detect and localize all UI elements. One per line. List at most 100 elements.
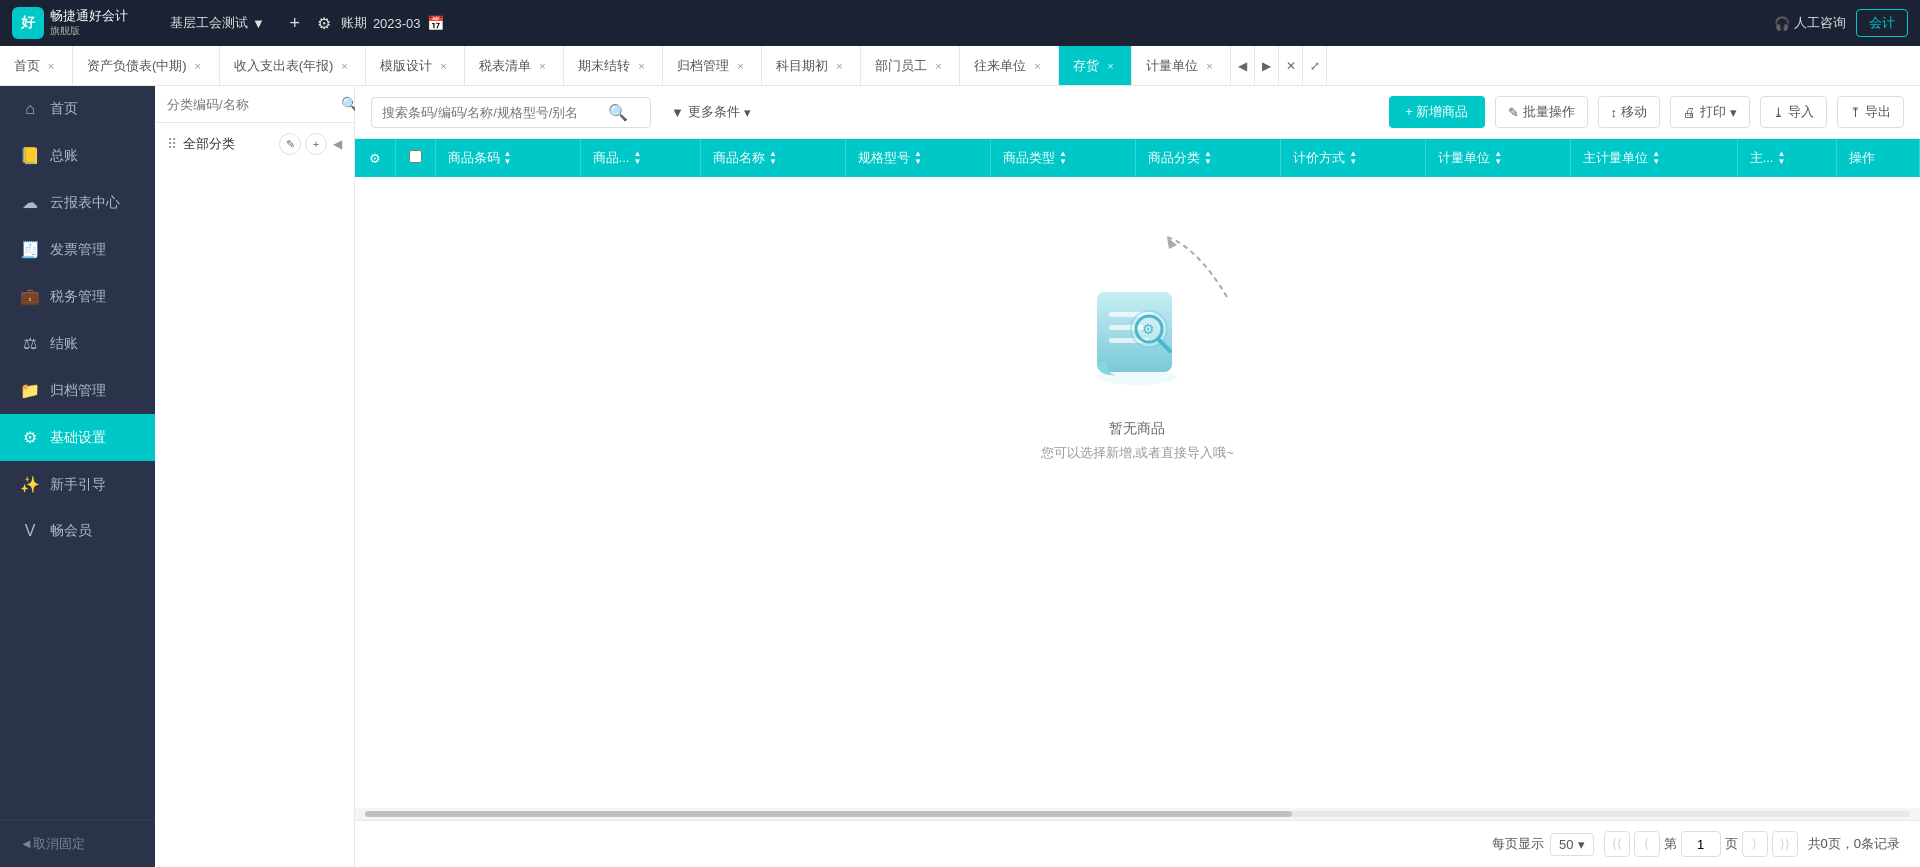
tab-subject-close[interactable]: × [832, 59, 846, 73]
export-button[interactable]: ⤒ 导出 [1837, 96, 1904, 128]
col-code[interactable]: 商品... ▲▼ [580, 139, 700, 177]
tab-contact-label: 往来单位 [974, 57, 1026, 75]
tab-home-close[interactable]: × [44, 59, 58, 73]
tab-unit[interactable]: 计量单位 × [1132, 46, 1231, 85]
sidebar-item-invoice[interactable]: 🧾 发票管理 [0, 226, 155, 273]
category-search-input[interactable] [167, 97, 335, 112]
tab-close-all[interactable]: ✕ [1279, 46, 1303, 86]
tab-inventory[interactable]: 存货 × [1059, 46, 1132, 85]
tab-unit-close[interactable]: × [1202, 59, 1216, 73]
category-grid-icon: ⠿ [167, 136, 177, 152]
col-type[interactable]: 商品类型 ▲▼ [991, 139, 1136, 177]
next-page-button[interactable]: ⟩ [1742, 831, 1768, 857]
col-checkbox[interactable] [395, 139, 435, 177]
cancel-pin-button[interactable]: ◄取消固定 [0, 820, 155, 867]
per-page-label: 每页显示 [1492, 835, 1544, 853]
sidebar-item-archive[interactable]: 📁 归档管理 [0, 367, 155, 414]
tab-period-end[interactable]: 期末结转 × [564, 46, 663, 85]
tab-expand[interactable]: ⤢ [1303, 46, 1327, 86]
category-all-label[interactable]: 全部分类 [183, 135, 273, 153]
tab-nav-next[interactable]: ▶ [1255, 46, 1279, 86]
customer-service-button[interactable]: 🎧 人工咨询 [1774, 14, 1846, 32]
tab-taxclear-close[interactable]: × [535, 59, 549, 73]
page-suffix: 页 [1725, 835, 1738, 853]
settings-button[interactable]: ⚙ [317, 14, 331, 33]
company-selector[interactable]: 基层工会测试 ▼ [162, 10, 273, 36]
sidebar-item-home[interactable]: ⌂ 首页 [0, 86, 155, 132]
batch-ops-button[interactable]: ✎ 批量操作 [1495, 96, 1588, 128]
col-spec[interactable]: 规格型号 ▲▼ [845, 139, 990, 177]
tab-nav-prev[interactable]: ◀ [1231, 46, 1255, 86]
col-main-unit[interactable]: 主计量单位 ▲▼ [1571, 139, 1737, 177]
tab-dept[interactable]: 部门员工 × [861, 46, 960, 85]
tab-bar: 首页 × 资产负债表(中期) × 收入支出表(年报) × 模版设计 × 税表清单… [0, 46, 1920, 86]
sidebar-label-tax: 税务管理 [50, 288, 106, 306]
tab-template-close[interactable]: × [436, 59, 450, 73]
move-button[interactable]: ↕ 移动 [1598, 96, 1661, 128]
tab-taxclear[interactable]: 税表清单 × [465, 46, 564, 85]
basic-settings-icon: ⚙ [20, 428, 40, 447]
tab-income-close[interactable]: × [337, 59, 351, 73]
calendar-icon[interactable]: 📅 [427, 15, 444, 31]
tab-home[interactable]: 首页 × [0, 46, 73, 85]
filter-icon: ▼ [671, 105, 684, 120]
tab-inventory-close[interactable]: × [1103, 59, 1117, 73]
sidebar-item-guide[interactable]: ✨ 新手引导 [0, 461, 155, 508]
page-number-input[interactable] [1681, 831, 1721, 857]
import-button[interactable]: ⤓ 导入 [1760, 96, 1827, 128]
collapse-panel-button[interactable]: ◀ [333, 137, 342, 151]
tab-template[interactable]: 模版设计 × [366, 46, 465, 85]
category-search-box: 🔍 [155, 86, 354, 123]
ledger-icon: 📒 [20, 146, 40, 165]
sidebar-item-member[interactable]: V 畅会员 [0, 508, 155, 554]
col-extra[interactable]: 主... ▲▼ [1737, 139, 1836, 177]
tab-contact[interactable]: 往来单位 × [960, 46, 1059, 85]
sidebar-item-basic[interactable]: ⚙ 基础设置 [0, 414, 155, 461]
tab-period-end-label: 期末结转 [578, 57, 630, 75]
add-tab-button[interactable]: + [283, 11, 307, 35]
tab-archive-close[interactable]: × [733, 59, 747, 73]
tab-dept-close[interactable]: × [931, 59, 945, 73]
category-edit-button[interactable]: ✎ [279, 133, 301, 155]
toolbar: 🔍 ▼ 更多条件 ▾ + 新增商品 ✎ 批量操作 [355, 86, 1920, 139]
page-size-dropdown[interactable]: 50 ▾ [1550, 833, 1593, 856]
content-area: 🔍 ⠿ 全部分类 ✎ + ◀ 🔍 [155, 86, 1920, 867]
sidebar-item-settle[interactable]: ⚖ 结账 [0, 320, 155, 367]
tab-balance[interactable]: 资产负债表(中期) × [73, 46, 220, 85]
dropdown-icon: ▼ [252, 16, 265, 31]
last-page-button[interactable]: ⟩⟩ [1772, 831, 1798, 857]
prev-page-button[interactable]: ⟨ [1634, 831, 1660, 857]
tab-archive[interactable]: 归档管理 × [663, 46, 762, 85]
sidebar: ⌂ 首页 📒 总账 ☁ 云报表中心 🧾 发票管理 💼 税务管理 ⚖ 结账 📁 归… [0, 86, 155, 867]
col-price-method[interactable]: 计价方式 ▲▼ [1281, 139, 1426, 177]
page-size-chevron: ▾ [1578, 837, 1585, 852]
search-icon[interactable]: 🔍 [608, 103, 628, 122]
tab-income[interactable]: 收入支出表(年报) × [220, 46, 367, 85]
category-add-button[interactable]: + [305, 133, 327, 155]
tab-contact-close[interactable]: × [1030, 59, 1044, 73]
col-settings[interactable]: ⚙ [355, 139, 395, 177]
app-name: 畅捷通好会计 [50, 8, 128, 24]
sidebar-item-report[interactable]: ☁ 云报表中心 [0, 179, 155, 226]
product-table: ⚙ 商品条码 ▲▼ [355, 139, 1920, 542]
horizontal-scrollbar[interactable] [355, 808, 1920, 820]
col-category[interactable]: 商品分类 ▲▼ [1136, 139, 1281, 177]
tab-balance-close[interactable]: × [191, 59, 205, 73]
add-product-button[interactable]: + 新增商品 [1389, 96, 1484, 128]
col-name[interactable]: 商品名称 ▲▼ [700, 139, 845, 177]
filter-button[interactable]: ▼ 更多条件 ▾ [661, 98, 761, 126]
col-unit[interactable]: 计量单位 ▲▼ [1426, 139, 1571, 177]
tab-subject[interactable]: 科目期初 × [762, 46, 861, 85]
total-records: 共0页，0条记录 [1808, 835, 1900, 853]
print-button[interactable]: 🖨 打印 ▾ [1670, 96, 1750, 128]
col-barcode[interactable]: 商品条码 ▲▼ [435, 139, 580, 177]
search-input[interactable] [382, 105, 602, 120]
first-page-button[interactable]: ⟨⟨ [1604, 831, 1630, 857]
sidebar-item-tax[interactable]: 💼 税务管理 [0, 273, 155, 320]
account-button[interactable]: 会计 [1856, 9, 1908, 37]
sidebar-label-guide: 新手引导 [50, 476, 106, 494]
print-icon: 🖨 [1683, 105, 1696, 120]
sidebar-item-ledger[interactable]: 📒 总账 [0, 132, 155, 179]
select-all-checkbox[interactable] [409, 150, 422, 163]
tab-period-end-close[interactable]: × [634, 59, 648, 73]
